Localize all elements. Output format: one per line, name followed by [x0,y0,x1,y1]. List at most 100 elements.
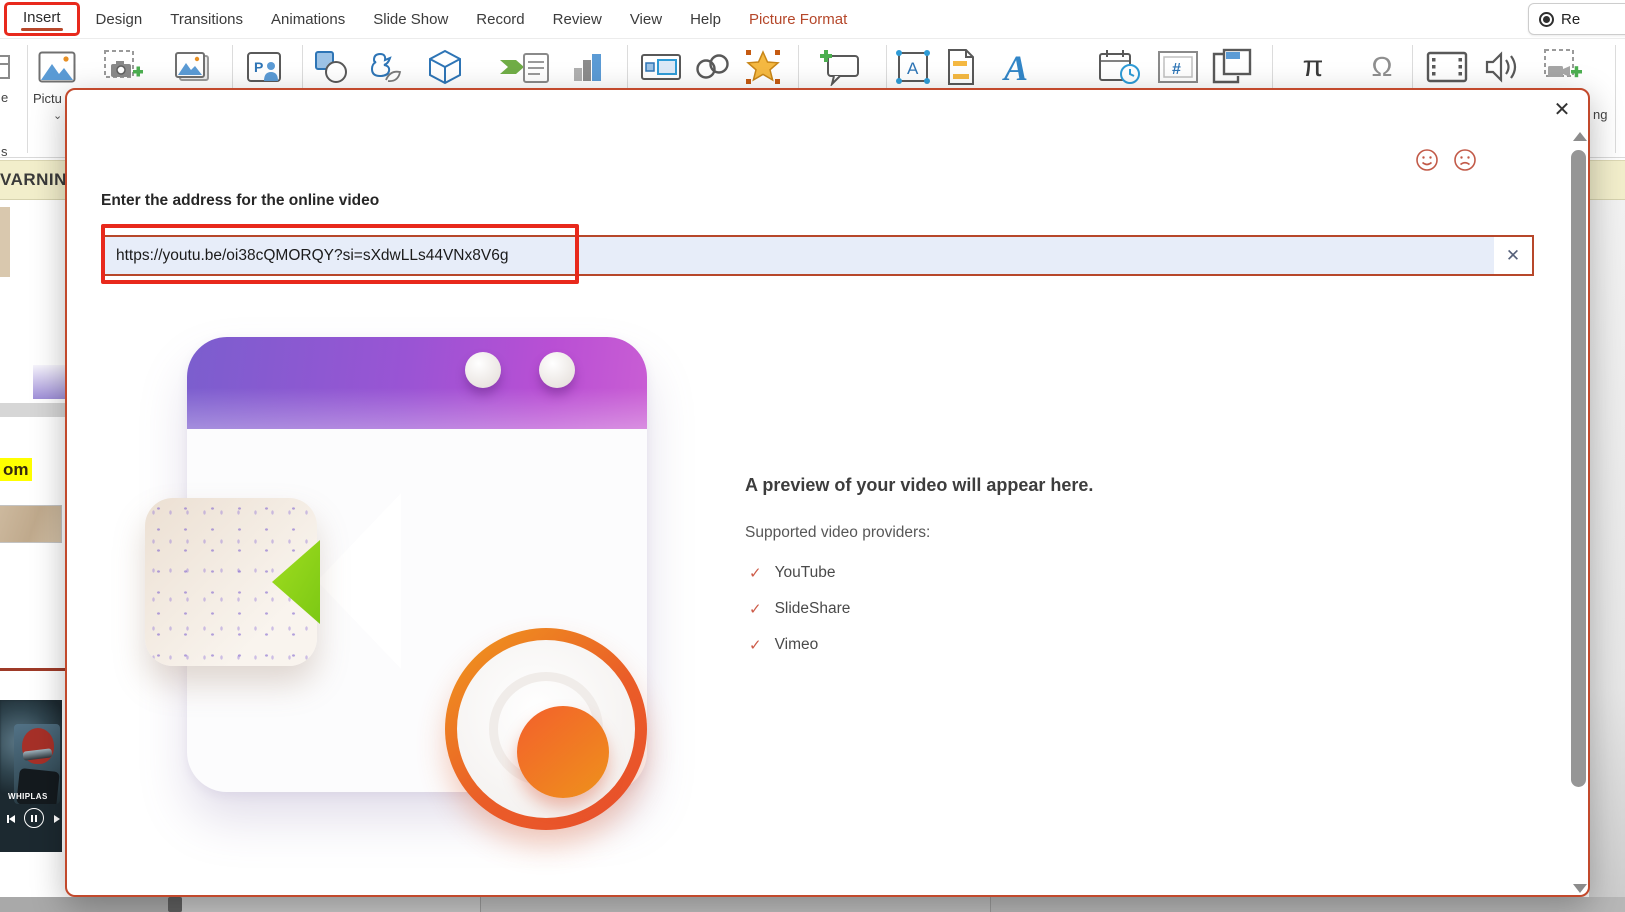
pictures-button[interactable] [38,47,76,87]
tab-insert[interactable]: Insert [9,9,75,26]
3d-models-icon [429,49,461,85]
scrollbar-thumb[interactable] [1571,150,1586,787]
scrollbar-thumb-horizontal[interactable] [168,897,182,912]
scrollbar-up-arrow[interactable] [1573,132,1587,141]
header-footer-button[interactable] [945,47,977,87]
icons-button[interactable] [364,47,402,87]
tab-design[interactable]: Design [82,11,157,28]
label-fragment-left-bottom: s [1,144,8,159]
shapes-icon [315,51,347,83]
photo-album-button[interactable] [174,47,210,87]
smartart-button[interactable] [498,47,550,87]
comment-button[interactable] [818,47,860,87]
dialog-prompt: Enter the address for the online video [101,192,380,209]
icons-icon [370,52,402,82]
cameo-button[interactable]: P [246,47,282,87]
slide-number-button[interactable]: # [1157,47,1199,87]
table-icon[interactable] [0,47,10,87]
wordart-button[interactable]: A [1000,47,1038,87]
label-fragment-right: ng [1593,107,1608,122]
video-url-input[interactable]: https://youtu.be/oi38cQMORQY?si=sXdwLLs4… [101,235,1534,276]
feedback-smile-icon[interactable] [1415,148,1439,172]
annotation-insert-box: Insert [4,2,80,36]
screen-recording-icon [1544,49,1582,78]
screenshot-button[interactable] [103,47,143,87]
slide-fragment [33,365,65,399]
tab-record[interactable]: Record [462,11,538,28]
zoom-icon [641,54,681,80]
slide-thumbnail-movie[interactable]: WHIPLAS [0,700,62,852]
photo-album-icon [175,52,209,81]
illustration-header-bar [187,337,647,429]
pause-icon [24,808,44,828]
preview-heading: A preview of your video will appear here… [745,475,1094,495]
video-icon [1426,51,1468,83]
tab-review[interactable]: Review [539,11,616,28]
next-track-icon [54,815,60,823]
action-icon [746,50,780,84]
record-dot-icon [1539,11,1554,27]
equation-icon: π [1302,50,1324,83]
svg-text:P: P [254,59,263,75]
workspace-background [1589,200,1625,897]
video-url-value[interactable]: https://youtu.be/oi38cQMORQY?si=sXdwLLs4… [103,237,1494,274]
audio-icon [1485,51,1517,83]
check-icon: ✓ [749,565,762,582]
movie-title-text: WHIPLAS [8,792,48,801]
text-box-icon: A [896,50,930,84]
player-controls [0,806,62,832]
chevron-down-icon[interactable]: ⌄ [53,109,62,122]
scrollbar-down-arrow[interactable] [1573,884,1587,893]
smartart-icon [500,53,549,83]
feedback-frown-icon[interactable] [1453,148,1477,172]
tab-view[interactable]: View [616,11,676,28]
text-box-button[interactable]: A [894,47,932,87]
3d-models-button[interactable] [427,47,463,87]
screenshot-icon [104,50,143,78]
zoom-button[interactable] [640,47,682,87]
clear-input-icon[interactable]: ✕ [1494,237,1532,274]
slide-fragment [0,207,10,277]
object-button[interactable] [1212,47,1252,87]
illustration-knob [465,352,501,388]
record-button-label: Re [1561,10,1581,28]
check-icon: ✓ [749,601,762,618]
equation-button[interactable]: π [1293,47,1333,87]
providers-label: Supported video providers: [745,524,931,541]
tab-picture-format[interactable]: Picture Format [735,11,861,28]
pictures-icon [38,51,76,83]
date-time-icon [1099,50,1140,84]
tab-help[interactable]: Help [676,11,735,28]
object-icon [1212,48,1252,84]
video-button[interactable] [1426,47,1468,87]
pictures-button-label[interactable]: Pictu [33,91,62,106]
symbol-button[interactable]: Ω [1364,47,1400,87]
menu-bar: Insert Design Transitions Animations Sli… [0,0,1625,38]
provider-item-slideshare: ✓ SlideShare [749,600,851,618]
tab-transitions[interactable]: Transitions [156,11,257,28]
header-footer-icon [948,49,974,85]
dialog-close-button[interactable]: ✕ [1547,94,1577,124]
chart-button[interactable] [570,47,604,87]
status-bar [0,897,1625,912]
highlighted-text-fragment: om [0,458,32,481]
screen-recording-button[interactable] [1543,47,1583,87]
shapes-button[interactable] [314,47,348,87]
audio-button[interactable] [1484,47,1522,87]
chart-icon [574,54,601,81]
link-button[interactable] [692,47,734,87]
check-icon: ✓ [749,637,762,654]
date-time-button[interactable] [1098,47,1142,87]
action-button[interactable] [744,47,782,87]
slide-number-icon: # [1158,51,1198,83]
tab-slide-show[interactable]: Slide Show [359,11,462,28]
label-fragment-left-top: e [1,90,9,105]
section-divider-line [0,668,65,671]
illustration-record-dot [517,706,609,798]
record-button[interactable]: Re [1528,3,1625,35]
online-video-dialog: ✕ Enter the address for the online video… [65,88,1590,897]
comment-icon [820,50,859,86]
tab-animations[interactable]: Animations [257,11,359,28]
svg-text:#: # [1172,61,1181,78]
provider-item-youtube: ✓ YouTube [749,564,836,582]
